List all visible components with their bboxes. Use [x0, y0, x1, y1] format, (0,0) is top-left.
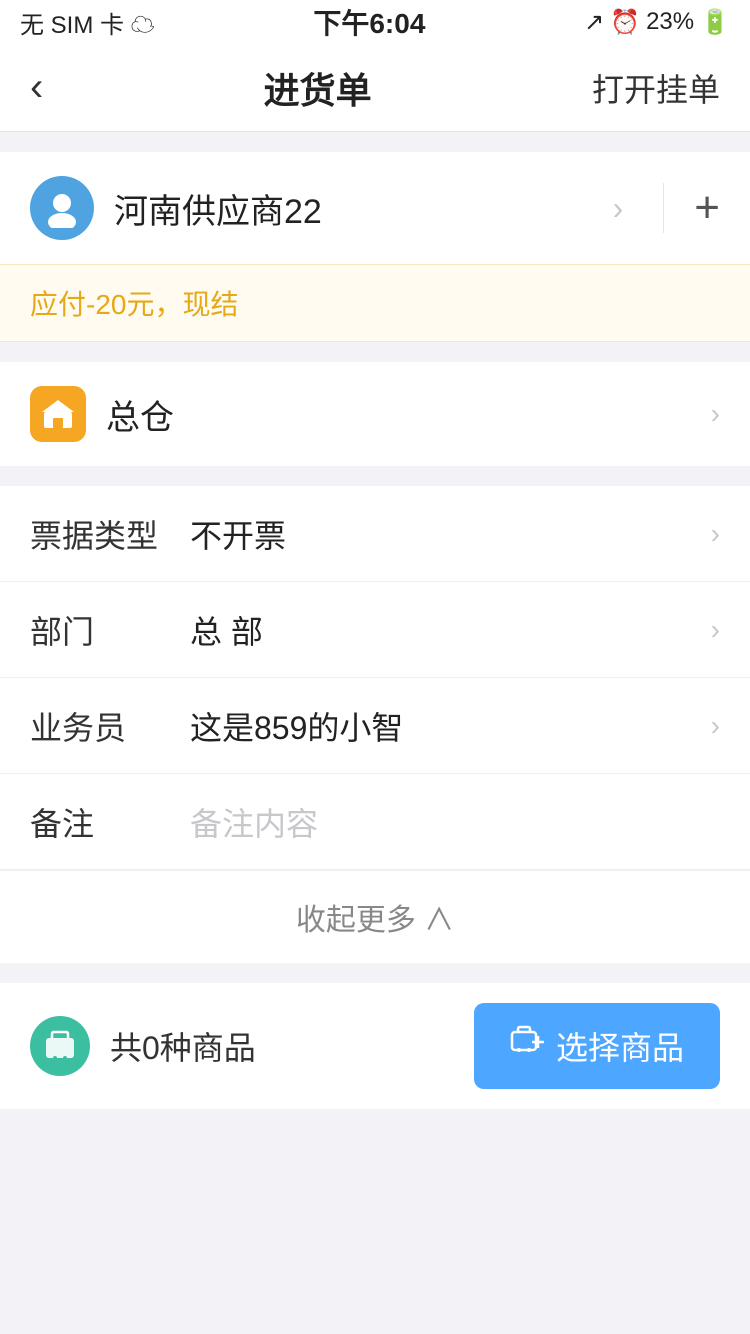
- select-goods-icon: [510, 1024, 546, 1068]
- collapse-label: 收起更多 ∧: [296, 895, 454, 939]
- back-button[interactable]: ‹: [30, 65, 43, 110]
- bottom-bar: 共0种商品 选择商品: [0, 983, 750, 1109]
- battery-level: 23%: [646, 8, 694, 36]
- vertical-divider: [663, 183, 664, 233]
- goods-icon: [30, 1016, 90, 1076]
- avatar-icon: [42, 188, 82, 228]
- cart-icon: [42, 1028, 78, 1064]
- supplier-chevron-icon: ›: [613, 190, 624, 227]
- department-chevron-icon: ›: [711, 614, 720, 646]
- add-cart-icon: [510, 1024, 546, 1060]
- select-goods-button[interactable]: 选择商品: [474, 1003, 720, 1089]
- add-supplier-icon[interactable]: +: [694, 183, 720, 233]
- status-left: 无 SIM 卡 ☁: [20, 5, 155, 40]
- gap-2: [0, 342, 750, 362]
- department-row[interactable]: 部门 总 部 ›: [0, 582, 750, 678]
- page-title: 进货单: [264, 62, 372, 114]
- sales-rep-label: 业务员: [30, 703, 170, 749]
- invoice-type-row[interactable]: 票据类型 不开票 ›: [0, 486, 750, 582]
- supplier-name: 河南供应商22: [114, 184, 613, 233]
- status-time: 下午6:04: [313, 2, 425, 42]
- status-right: ↗ ⏰ 23% 🔋: [584, 8, 730, 37]
- remark-label: 备注: [30, 799, 170, 845]
- goods-count-text: 共0种商品: [110, 1023, 454, 1069]
- sim-status: 无 SIM 卡 ☁: [20, 5, 155, 40]
- form-fields-section: 票据类型 不开票 › 部门 总 部 › 业务员 这是859的小智 › 备注 备注…: [0, 486, 750, 963]
- page-root: 无 SIM 卡 ☁ 下午6:04 ↗ ⏰ 23% 🔋 ‹ 进货单 打开挂单 河南…: [0, 0, 750, 1334]
- warehouse-name: 总仓: [106, 390, 711, 439]
- gap-3: [0, 466, 750, 486]
- select-goods-label: 选择商品: [556, 1023, 684, 1069]
- department-value: 总 部: [190, 607, 711, 653]
- gap-1: [0, 132, 750, 152]
- warehouse-row[interactable]: 总仓 ›: [0, 362, 750, 466]
- status-bar: 无 SIM 卡 ☁ 下午6:04 ↗ ⏰ 23% 🔋: [0, 0, 750, 44]
- alarm-icon: ⏰: [610, 8, 640, 37]
- invoice-type-label: 票据类型: [30, 511, 170, 557]
- warehouse-section: 总仓 ›: [0, 362, 750, 466]
- open-pending-button[interactable]: 打开挂单: [592, 65, 720, 111]
- warehouse-chevron-icon: ›: [711, 398, 720, 430]
- nav-bar: ‹ 进货单 打开挂单: [0, 44, 750, 132]
- notice-text: 应付-20元，现结: [30, 289, 238, 320]
- department-label: 部门: [30, 607, 170, 653]
- invoice-type-value: 不开票: [190, 511, 711, 557]
- remark-row[interactable]: 备注 备注内容: [0, 774, 750, 870]
- collapse-button[interactable]: 收起更多 ∧: [0, 870, 750, 963]
- supplier-section: 河南供应商22 › + 应付-20元，现结: [0, 152, 750, 342]
- supplier-avatar: [30, 176, 94, 240]
- sales-rep-value: 这是859的小智: [190, 703, 711, 749]
- supplier-row[interactable]: 河南供应商22 › +: [0, 152, 750, 264]
- notice-bar: 应付-20元，现结: [0, 264, 750, 342]
- invoice-type-chevron-icon: ›: [711, 518, 720, 550]
- warehouse-svg-icon: [40, 396, 76, 432]
- warehouse-icon: [30, 386, 86, 442]
- location-icon: ↗: [584, 8, 604, 37]
- remark-input[interactable]: 备注内容: [190, 799, 720, 845]
- sales-rep-chevron-icon: ›: [711, 710, 720, 742]
- sales-rep-row[interactable]: 业务员 这是859的小智 ›: [0, 678, 750, 774]
- battery-icon: 🔋: [700, 8, 730, 37]
